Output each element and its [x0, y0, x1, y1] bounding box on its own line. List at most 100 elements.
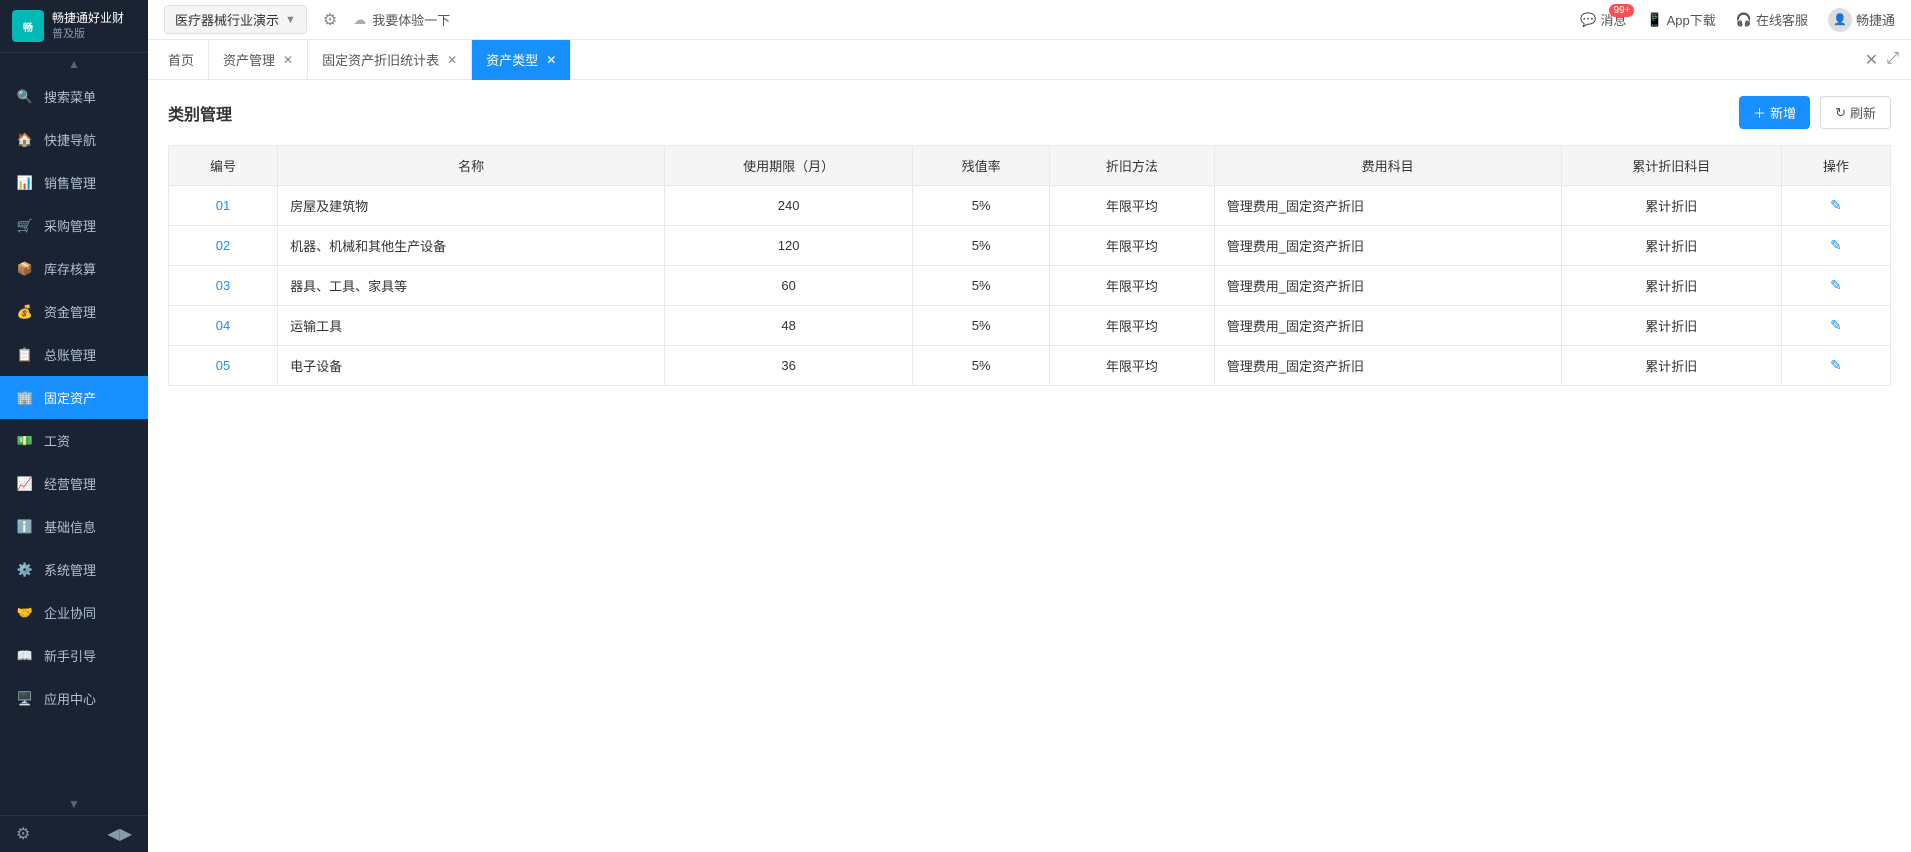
edit-icon[interactable]: ✎ — [1830, 237, 1842, 253]
sidebar-item-basic-info[interactable]: ℹ️ 基础信息 — [0, 505, 148, 548]
cell-expense-subject: 管理费用_固定资产折旧 — [1214, 346, 1561, 386]
sidebar-item-operations[interactable]: 📈 经营管理 — [0, 462, 148, 505]
cell-depreciation-method: 年限平均 — [1050, 266, 1215, 306]
edit-icon[interactable]: ✎ — [1830, 357, 1842, 373]
sidebar: 畅 畅捷通好业财 普及版 ▲ 🔍 搜索菜单 🏠 快捷导航 📊 销售管理 🛒 采购… — [0, 0, 148, 852]
cell-period: 60 — [665, 266, 913, 306]
cell-expense-subject: 管理费用_固定资产折旧 — [1214, 306, 1561, 346]
sidebar-item-guide[interactable]: 📖 新手引导 — [0, 634, 148, 677]
plus-icon: ＋ — [1753, 103, 1766, 122]
cell-depreciation-method: 年限平均 — [1050, 226, 1215, 266]
cell-accumulated-subject: 累计折旧 — [1561, 346, 1781, 386]
tabbar: 首页 资产管理 ✕ 固定资产折旧统计表 ✕ 资产类型 ✕ ✕ ⤢ — [148, 40, 1911, 80]
cell-depreciation-method: 年限平均 — [1050, 306, 1215, 346]
sidebar-item-quick-nav[interactable]: 🏠 快捷导航 — [0, 118, 148, 161]
cell-name: 器具、工具、家具等 — [278, 266, 665, 306]
topbar-settings-icon[interactable]: ⚙ — [323, 10, 337, 30]
edit-icon[interactable]: ✎ — [1830, 277, 1842, 293]
col-name: 名称 — [278, 146, 665, 186]
sidebar-item-salary[interactable]: 💵 工资 — [0, 419, 148, 462]
capital-icon: 💰 — [16, 303, 34, 321]
company-selector[interactable]: 医疗器械行业演示 ▼ — [164, 5, 307, 34]
sidebar-item-system[interactable]: ⚙️ 系统管理 — [0, 548, 148, 591]
tab-asset-type[interactable]: 资产类型 ✕ — [472, 40, 571, 80]
col-period: 使用期限（月） — [665, 146, 913, 186]
window-close-icon[interactable]: ✕ — [1865, 50, 1878, 70]
edit-icon[interactable]: ✎ — [1830, 197, 1842, 213]
sidebar-bottom: ⚙ ◀▶ — [0, 815, 148, 852]
cell-code: 01 — [169, 186, 278, 226]
cell-residual-rate: 5% — [913, 266, 1050, 306]
search-icon: 🔍 — [16, 88, 34, 106]
cell-action: ✎ — [1781, 186, 1890, 226]
refresh-button[interactable]: ↻ 刷新 — [1820, 96, 1891, 129]
cooperation-icon: 🤝 — [16, 604, 34, 622]
topbar-right: 💬 消息 99+ 📱 App下载 🎧 在线客服 👤 畅捷通 — [1580, 8, 1895, 32]
fixed-assets-icon: 🏢 — [16, 389, 34, 407]
message-icon: 💬 — [1580, 12, 1596, 28]
app-download-button[interactable]: 📱 App下载 — [1646, 10, 1715, 29]
asset-type-table: 编号 名称 使用期限（月） 残值率 折旧方法 费用科目 累计折旧科目 操作 01… — [168, 145, 1891, 386]
page-content: 类别管理 ＋ 新增 ↻ 刷新 编号 名称 使用期限（月） 残值率 — [148, 80, 1911, 852]
sidebar-item-sales[interactable]: 📊 销售管理 — [0, 161, 148, 204]
salary-icon: 💵 — [16, 432, 34, 450]
main-area: 医疗器械行业演示 ▼ ⚙ ☁ 我要体验一下 💬 消息 99+ 📱 App下载 🎧… — [148, 0, 1911, 852]
sidebar-item-cooperation[interactable]: 🤝 企业协同 — [0, 591, 148, 634]
sidebar-item-capital[interactable]: 💰 资金管理 — [0, 290, 148, 333]
cloud-icon: ☁ — [353, 12, 366, 28]
cell-period: 120 — [665, 226, 913, 266]
app-logo-text: 畅捷通好业财 普及版 — [52, 11, 124, 41]
tab-close-asset-type[interactable]: ✕ — [546, 53, 556, 67]
sidebar-item-ledger[interactable]: 📋 总账管理 — [0, 333, 148, 376]
sidebar-item-purchase[interactable]: 🛒 采购管理 — [0, 204, 148, 247]
cell-expense-subject: 管理费用_固定资产折旧 — [1214, 266, 1561, 306]
cell-name: 机器、机械和其他生产设备 — [278, 226, 665, 266]
cell-accumulated-subject: 累计折旧 — [1561, 186, 1781, 226]
cell-residual-rate: 5% — [913, 306, 1050, 346]
refresh-icon: ↻ — [1835, 105, 1846, 121]
tab-home[interactable]: 首页 — [160, 40, 209, 80]
collapse-icon[interactable]: ◀▶ — [107, 824, 132, 844]
app-logo-icon: 畅 — [12, 10, 44, 42]
edit-icon[interactable]: ✎ — [1830, 317, 1842, 333]
cell-period: 48 — [665, 306, 913, 346]
cell-code: 03 — [169, 266, 278, 306]
settings-icon[interactable]: ⚙ — [16, 824, 30, 844]
cell-action: ✎ — [1781, 226, 1890, 266]
message-button[interactable]: 💬 消息 99+ — [1580, 10, 1626, 29]
page-actions: ＋ 新增 ↻ 刷新 — [1739, 96, 1891, 129]
sidebar-item-fixed-assets[interactable]: 🏢 固定资产 — [0, 376, 148, 419]
table-row: 05 电子设备 36 5% 年限平均 管理费用_固定资产折旧 累计折旧 ✎ — [169, 346, 1891, 386]
tab-fixed-asset-table[interactable]: 固定资产折旧统计表 ✕ — [308, 40, 472, 80]
sidebar-item-search[interactable]: 🔍 搜索菜单 — [0, 75, 148, 118]
table-row: 03 器具、工具、家具等 60 5% 年限平均 管理费用_固定资产折旧 累计折旧… — [169, 266, 1891, 306]
cell-name: 电子设备 — [278, 346, 665, 386]
sidebar-scroll-up[interactable]: ▲ — [0, 53, 148, 75]
col-action: 操作 — [1781, 146, 1890, 186]
cell-period: 36 — [665, 346, 913, 386]
purchase-icon: 🛒 — [16, 217, 34, 235]
window-expand-icon[interactable]: ⤢ — [1886, 50, 1899, 70]
cell-residual-rate: 5% — [913, 346, 1050, 386]
cell-code: 05 — [169, 346, 278, 386]
sidebar-scroll-down[interactable]: ▼ — [0, 793, 148, 815]
cell-action: ✎ — [1781, 306, 1890, 346]
experience-button[interactable]: ☁ 我要体验一下 — [353, 10, 450, 29]
table-row: 04 运输工具 48 5% 年限平均 管理费用_固定资产折旧 累计折旧 ✎ — [169, 306, 1891, 346]
cell-accumulated-subject: 累计折旧 — [1561, 306, 1781, 346]
col-depreciation-method: 折旧方法 — [1050, 146, 1215, 186]
user-profile-button[interactable]: 👤 畅捷通 — [1828, 8, 1895, 32]
operations-icon: 📈 — [16, 475, 34, 493]
tab-close-fixed-asset-table[interactable]: ✕ — [447, 53, 457, 67]
sidebar-logo: 畅 畅捷通好业财 普及版 — [0, 0, 148, 53]
tab-close-asset-manage[interactable]: ✕ — [283, 53, 293, 67]
customer-service-button[interactable]: 🎧 在线客服 — [1736, 10, 1808, 29]
inventory-icon: 📦 — [16, 260, 34, 278]
system-icon: ⚙️ — [16, 561, 34, 579]
cell-code: 02 — [169, 226, 278, 266]
new-button[interactable]: ＋ 新增 — [1739, 96, 1810, 129]
tab-asset-manage[interactable]: 资产管理 ✕ — [209, 40, 308, 80]
col-residual-rate: 残值率 — [913, 146, 1050, 186]
sidebar-item-inventory[interactable]: 📦 库存核算 — [0, 247, 148, 290]
sidebar-item-app-center[interactable]: 🖥️ 应用中心 — [0, 677, 148, 720]
